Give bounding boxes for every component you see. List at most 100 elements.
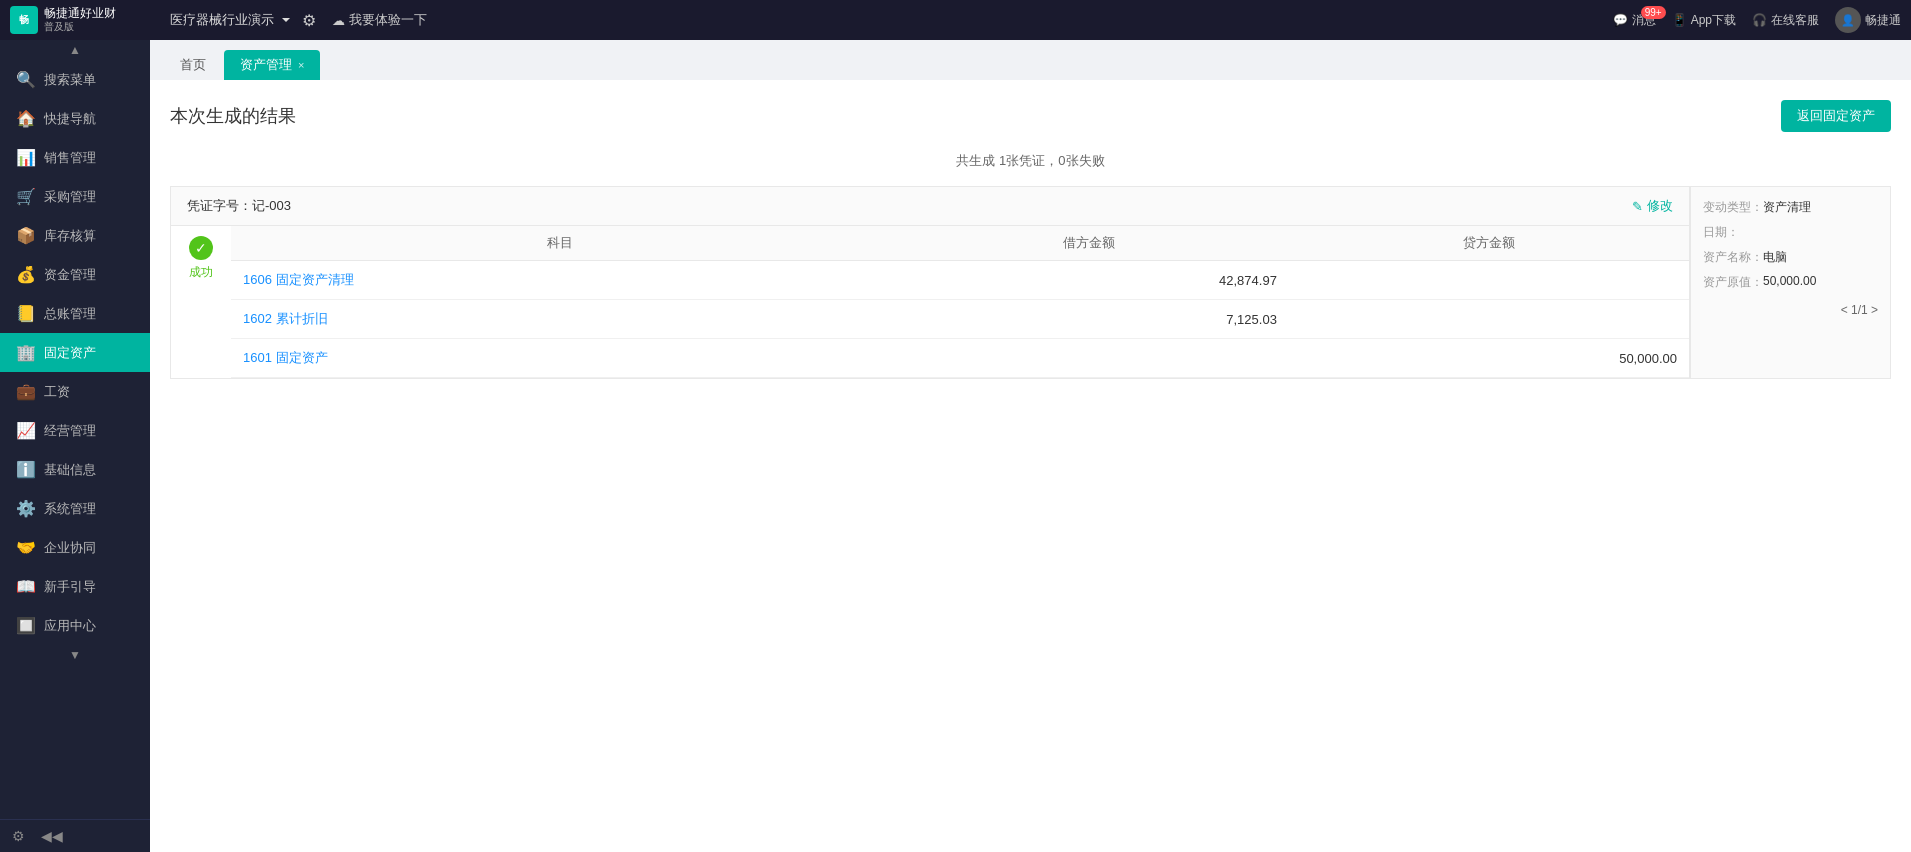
purchase-icon: 🛒: [16, 187, 36, 206]
table-row: 1606 固定资产清理 42,874.97: [231, 261, 1689, 300]
table-row: 1601 固定资产 50,000.00: [231, 339, 1689, 378]
sidebar-item-search-menu[interactable]: 🔍 搜索菜单: [0, 60, 150, 99]
sidebar-item-purchase[interactable]: 🛒 采购管理: [0, 177, 150, 216]
row1-credit: [1289, 261, 1689, 300]
sidebar-item-quick-nav[interactable]: 🏠 快捷导航: [0, 99, 150, 138]
page-content: 本次生成的结果 返回固定资产 共生成 1张凭证，0张失败 凭证字号：记-003 …: [150, 80, 1911, 852]
sidebar-item-fixed-assets[interactable]: 🏢 固定资产: [0, 333, 150, 372]
voucher-table-wrap: 科目 借方金额 贷方金额 1606 固定资产清理 42,874.97: [231, 226, 1689, 378]
sidebar-item-label: 销售管理: [44, 149, 96, 167]
row3-debit: [889, 339, 1289, 378]
chevron-down-icon: [280, 14, 292, 26]
sidebar-item-label: 工资: [44, 383, 70, 401]
sidebar-item-label: 系统管理: [44, 500, 96, 518]
date-label: 日期：: [1703, 224, 1757, 241]
table-row: 1602 累计折旧 7,125.03: [231, 300, 1689, 339]
sidebar-item-operations[interactable]: 📈 经营管理: [0, 411, 150, 450]
username: 畅捷通: [1865, 12, 1901, 29]
asset-name-label: 资产名称：: [1703, 249, 1763, 266]
online-service-label: 在线客服: [1771, 12, 1819, 29]
tab-asset-management[interactable]: 资产管理 ×: [224, 50, 320, 80]
row2-credit: [1289, 300, 1689, 339]
enterprise-icon: 🤝: [16, 538, 36, 557]
pagination-text[interactable]: < 1/1 >: [1841, 303, 1878, 317]
sidebar-item-ledger[interactable]: 📒 总账管理: [0, 294, 150, 333]
tab-bar: 首页 资产管理 ×: [150, 40, 1911, 80]
app-download-button[interactable]: 📱 App下载: [1672, 12, 1736, 29]
voucher-left: 凭证字号：记-003 ✎ 修改 ✓ 成功: [171, 187, 1690, 378]
change-type-row: 变动类型： 资产清理: [1703, 199, 1878, 216]
sidebar-item-sales[interactable]: 📊 销售管理: [0, 138, 150, 177]
sidebar-item-label: 基础信息: [44, 461, 96, 479]
sidebar-item-system[interactable]: ⚙️ 系统管理: [0, 489, 150, 528]
info-icon: ℹ️: [16, 460, 36, 479]
sidebar-scroll-down[interactable]: ▼: [0, 645, 150, 665]
tab-home[interactable]: 首页: [166, 50, 220, 80]
status-text: 成功: [189, 264, 213, 281]
sidebar-item-label: 搜索菜单: [44, 71, 96, 89]
collapse-icon[interactable]: ◀◀: [41, 828, 63, 844]
experience-button[interactable]: ☁ 我要体验一下: [332, 11, 427, 29]
sidebar-item-label: 资金管理: [44, 266, 96, 284]
pagination[interactable]: < 1/1 >: [1703, 303, 1878, 317]
sidebar-item-label: 快捷导航: [44, 110, 96, 128]
sidebar-bottom: ⚙ ◀◀: [0, 819, 150, 852]
salary-icon: 💼: [16, 382, 36, 401]
topbar-right: 💬 消息 99+ 📱 App下载 🎧 在线客服 👤 畅捷通: [1613, 7, 1901, 33]
settings-bottom-icon[interactable]: ⚙: [12, 828, 25, 844]
voucher-right-panel: 变动类型： 资产清理 日期： 资产名称： 电脑 资产原值： 50,000.00: [1690, 187, 1890, 378]
row2-debit: 7,125.03: [889, 300, 1289, 339]
fixed-assets-icon: 🏢: [16, 343, 36, 362]
sidebar-item-label: 经营管理: [44, 422, 96, 440]
app-download-label: App下载: [1691, 12, 1736, 29]
voucher-number: 凭证字号：记-003: [187, 197, 291, 215]
logo-icon: 畅: [10, 6, 38, 34]
avatar: 👤: [1835, 7, 1861, 33]
voucher-status-col: ✓ 成功: [171, 226, 231, 291]
logo-main-text: 畅捷通好业财: [44, 6, 116, 20]
message-badge: 99+: [1641, 6, 1666, 19]
change-type-label: 变动类型：: [1703, 199, 1763, 216]
main-layout: ▲ 🔍 搜索菜单 🏠 快捷导航 📊 销售管理 🛒 采购管理 📦 库存核算 💰 资…: [0, 40, 1911, 852]
row2-subject: 1602 累计折旧: [231, 300, 889, 339]
sidebar-item-funds[interactable]: 💰 资金管理: [0, 255, 150, 294]
logo-sub-text: 普及版: [44, 20, 116, 34]
sidebar-item-label: 库存核算: [44, 227, 96, 245]
success-icon: ✓: [189, 236, 213, 260]
ledger-icon: 📒: [16, 304, 36, 323]
search-icon: 🔍: [16, 70, 36, 89]
sidebar-item-inventory[interactable]: 📦 库存核算: [0, 216, 150, 255]
company-name: 医疗器械行业演示: [170, 11, 274, 29]
experience-label: 我要体验一下: [349, 11, 427, 29]
sidebar-item-label: 应用中心: [44, 617, 96, 635]
logo-text-block: 畅捷通好业财 普及版: [44, 6, 116, 34]
home-tab-label: 首页: [180, 57, 206, 72]
sidebar-item-salary[interactable]: 💼 工资: [0, 372, 150, 411]
message-button[interactable]: 💬 消息 99+: [1613, 12, 1656, 29]
topbar: 畅 畅捷通好业财 普及版 医疗器械行业演示 ⚙ ☁ 我要体验一下 💬 消息 99…: [0, 0, 1911, 40]
user-profile[interactable]: 👤 畅捷通: [1835, 7, 1901, 33]
page-header: 本次生成的结果 返回固定资产: [170, 100, 1891, 132]
voucher-container: 凭证字号：记-003 ✎ 修改 ✓ 成功: [170, 186, 1891, 379]
tab-close-icon[interactable]: ×: [298, 59, 304, 71]
sidebar-item-app-center[interactable]: 🔲 应用中心: [0, 606, 150, 645]
system-icon: ⚙️: [16, 499, 36, 518]
sales-icon: 📊: [16, 148, 36, 167]
funds-icon: 💰: [16, 265, 36, 284]
sidebar-item-enterprise[interactable]: 🤝 企业协同: [0, 528, 150, 567]
asset-value-row: 资产原值： 50,000.00: [1703, 274, 1878, 291]
settings-icon[interactable]: ⚙: [302, 11, 316, 30]
edit-label: 修改: [1647, 197, 1673, 215]
company-selector[interactable]: 医疗器械行业演示: [170, 11, 292, 29]
edit-button[interactable]: ✎ 修改: [1632, 197, 1673, 215]
online-service-button[interactable]: 🎧 在线客服: [1752, 12, 1819, 29]
row3-credit: 50,000.00: [1289, 339, 1689, 378]
col-header-debit: 借方金额: [889, 226, 1289, 261]
sidebar-item-guide[interactable]: 📖 新手引导: [0, 567, 150, 606]
sidebar-scroll-up[interactable]: ▲: [0, 40, 150, 60]
app-logo: 畅 畅捷通好业财 普及版: [10, 6, 160, 34]
voucher-header: 凭证字号：记-003 ✎ 修改: [171, 187, 1689, 226]
sidebar-item-basic-info[interactable]: ℹ️ 基础信息: [0, 450, 150, 489]
row3-subject: 1601 固定资产: [231, 339, 889, 378]
return-button[interactable]: 返回固定资产: [1781, 100, 1891, 132]
